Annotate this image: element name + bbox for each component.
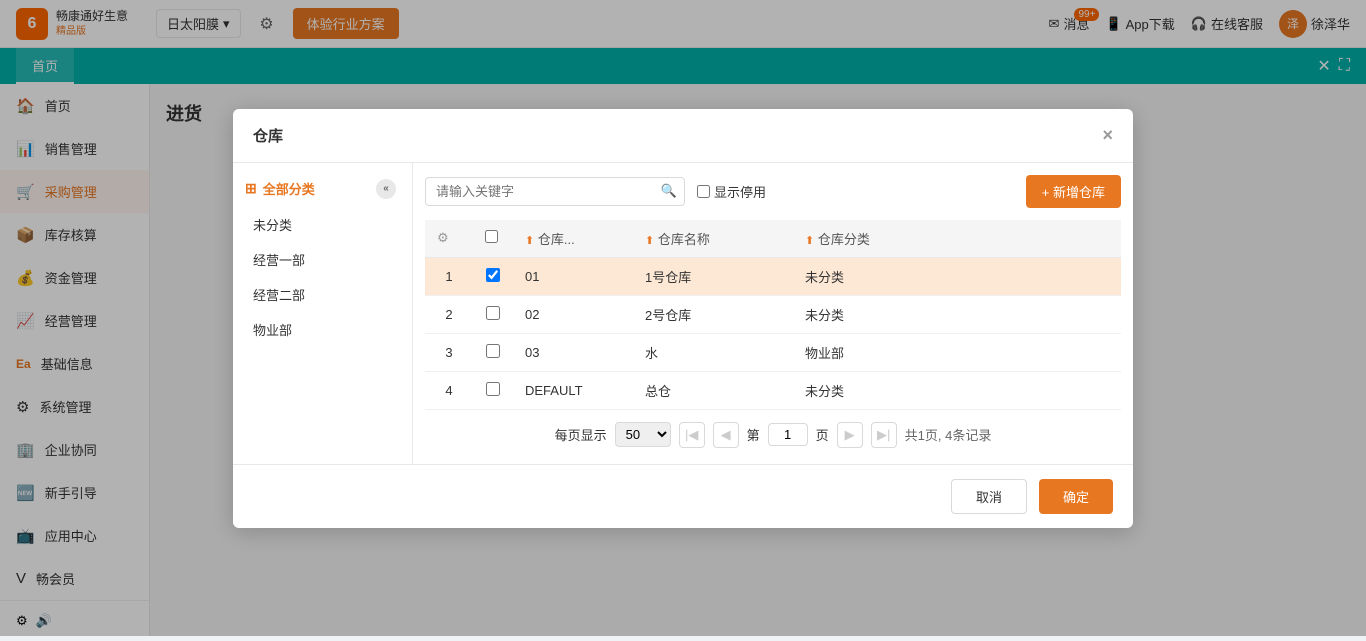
- show-disabled-label[interactable]: 显示停用: [697, 182, 766, 201]
- select-all-checkbox[interactable]: [485, 230, 498, 243]
- row-checkbox[interactable]: [486, 382, 500, 396]
- row-name: 总仓: [633, 371, 793, 409]
- table-row[interactable]: 2 02 2号仓库 未分类: [425, 295, 1121, 333]
- table-row[interactable]: 1 01 1号仓库 未分类: [425, 257, 1121, 295]
- col-header-check: [473, 220, 513, 258]
- sort-icon-name: ⬆: [645, 235, 654, 247]
- page-total: 共1页, 4条记录: [905, 425, 992, 444]
- row-check-cell: [473, 257, 513, 295]
- modal-body: ⊞ 全部分类 « 未分类 经营一部 经营二部 物业部 🔍: [233, 163, 1133, 464]
- sort-icon-cat: ⬆: [805, 235, 814, 247]
- sort-icon: ⬆: [525, 235, 534, 247]
- page-prev-btn[interactable]: ◀: [713, 422, 739, 448]
- row-code: 03: [513, 333, 633, 371]
- row-check-cell: [473, 371, 513, 409]
- warehouse-modal: 仓库 × ⊞ 全部分类 « 未分类 经营一部 经营二部 物业部: [233, 109, 1133, 528]
- row-checkbox[interactable]: [486, 268, 500, 282]
- row-check-cell: [473, 295, 513, 333]
- row-num: 2: [425, 295, 473, 333]
- row-category: 未分类: [793, 257, 1121, 295]
- warehouse-table: ⚙ ⬆ 仓库... ⬆: [425, 220, 1121, 410]
- modal-header: 仓库 ×: [233, 109, 1133, 163]
- search-icon: 🔍: [661, 183, 677, 199]
- table-row[interactable]: 3 03 水 物业部: [425, 333, 1121, 371]
- category-item-property[interactable]: 物业部: [233, 312, 412, 347]
- cancel-button[interactable]: 取消: [951, 479, 1027, 514]
- row-category: 未分类: [793, 371, 1121, 409]
- row-checkbox[interactable]: [486, 306, 500, 320]
- row-code: DEFAULT: [513, 371, 633, 409]
- row-num: 4: [425, 371, 473, 409]
- table-container: ⚙ ⬆ 仓库... ⬆: [425, 220, 1121, 410]
- row-code: 01: [513, 257, 633, 295]
- modal-overlay[interactable]: 仓库 × ⊞ 全部分类 « 未分类 经营一部 经营二部 物业部: [0, 0, 1366, 636]
- row-name: 1号仓库: [633, 257, 793, 295]
- row-num: 3: [425, 333, 473, 371]
- search-wrap: 🔍: [425, 177, 685, 206]
- settings-col-icon: ⚙: [437, 230, 449, 245]
- category-item-unclassified[interactable]: 未分类: [233, 207, 412, 242]
- close-icon[interactable]: ×: [1102, 126, 1113, 144]
- row-category: 物业部: [793, 333, 1121, 371]
- add-warehouse-btn[interactable]: + 新增仓库: [1026, 175, 1121, 208]
- category-panel: ⊞ 全部分类 « 未分类 经营一部 经营二部 物业部: [233, 163, 413, 464]
- col-header-code: ⬆ 仓库...: [513, 220, 633, 258]
- search-input[interactable]: [425, 177, 685, 206]
- col-header-name: ⬆ 仓库名称: [633, 220, 793, 258]
- table-row[interactable]: 4 DEFAULT 总仓 未分类: [425, 371, 1121, 409]
- modal-footer: 取消 确定: [233, 464, 1133, 528]
- row-check-cell: [473, 333, 513, 371]
- row-name: 水: [633, 333, 793, 371]
- confirm-button[interactable]: 确定: [1039, 479, 1113, 514]
- page-next-btn[interactable]: ▶: [837, 422, 863, 448]
- row-name: 2号仓库: [633, 295, 793, 333]
- row-checkbox[interactable]: [486, 344, 500, 358]
- modal-title: 仓库: [253, 125, 283, 146]
- category-item-ops1[interactable]: 经营一部: [233, 242, 412, 277]
- page-size-label: 每页显示: [555, 425, 607, 444]
- page-last-btn[interactable]: ▶|: [871, 422, 897, 448]
- row-num: 1: [425, 257, 473, 295]
- page-size-select[interactable]: 50 10 20 100: [615, 422, 671, 447]
- col-header-num: ⚙: [425, 220, 473, 258]
- all-category-btn[interactable]: ⊞ 全部分类 «: [233, 171, 412, 207]
- page-first-btn[interactable]: |◀: [679, 422, 705, 448]
- pagination-bar: 每页显示 50 10 20 100 |◀ ◀ 第 页 ▶ ▶| 共1页, 4条记…: [425, 410, 1121, 452]
- table-toolbar: 🔍 显示停用 + 新增仓库: [425, 175, 1121, 208]
- grid-icon: ⊞: [245, 180, 257, 197]
- category-item-ops2[interactable]: 经营二部: [233, 277, 412, 312]
- page-unit: 页: [816, 425, 829, 444]
- col-header-category: ⬆ 仓库分类: [793, 220, 1121, 258]
- row-category: 未分类: [793, 295, 1121, 333]
- page-label: 第: [747, 425, 760, 444]
- collapse-btn[interactable]: «: [376, 179, 396, 199]
- show-disabled-checkbox[interactable]: [697, 185, 710, 198]
- page-input[interactable]: [768, 423, 808, 446]
- row-code: 02: [513, 295, 633, 333]
- table-panel: 🔍 显示停用 + 新增仓库 ⚙: [413, 163, 1133, 464]
